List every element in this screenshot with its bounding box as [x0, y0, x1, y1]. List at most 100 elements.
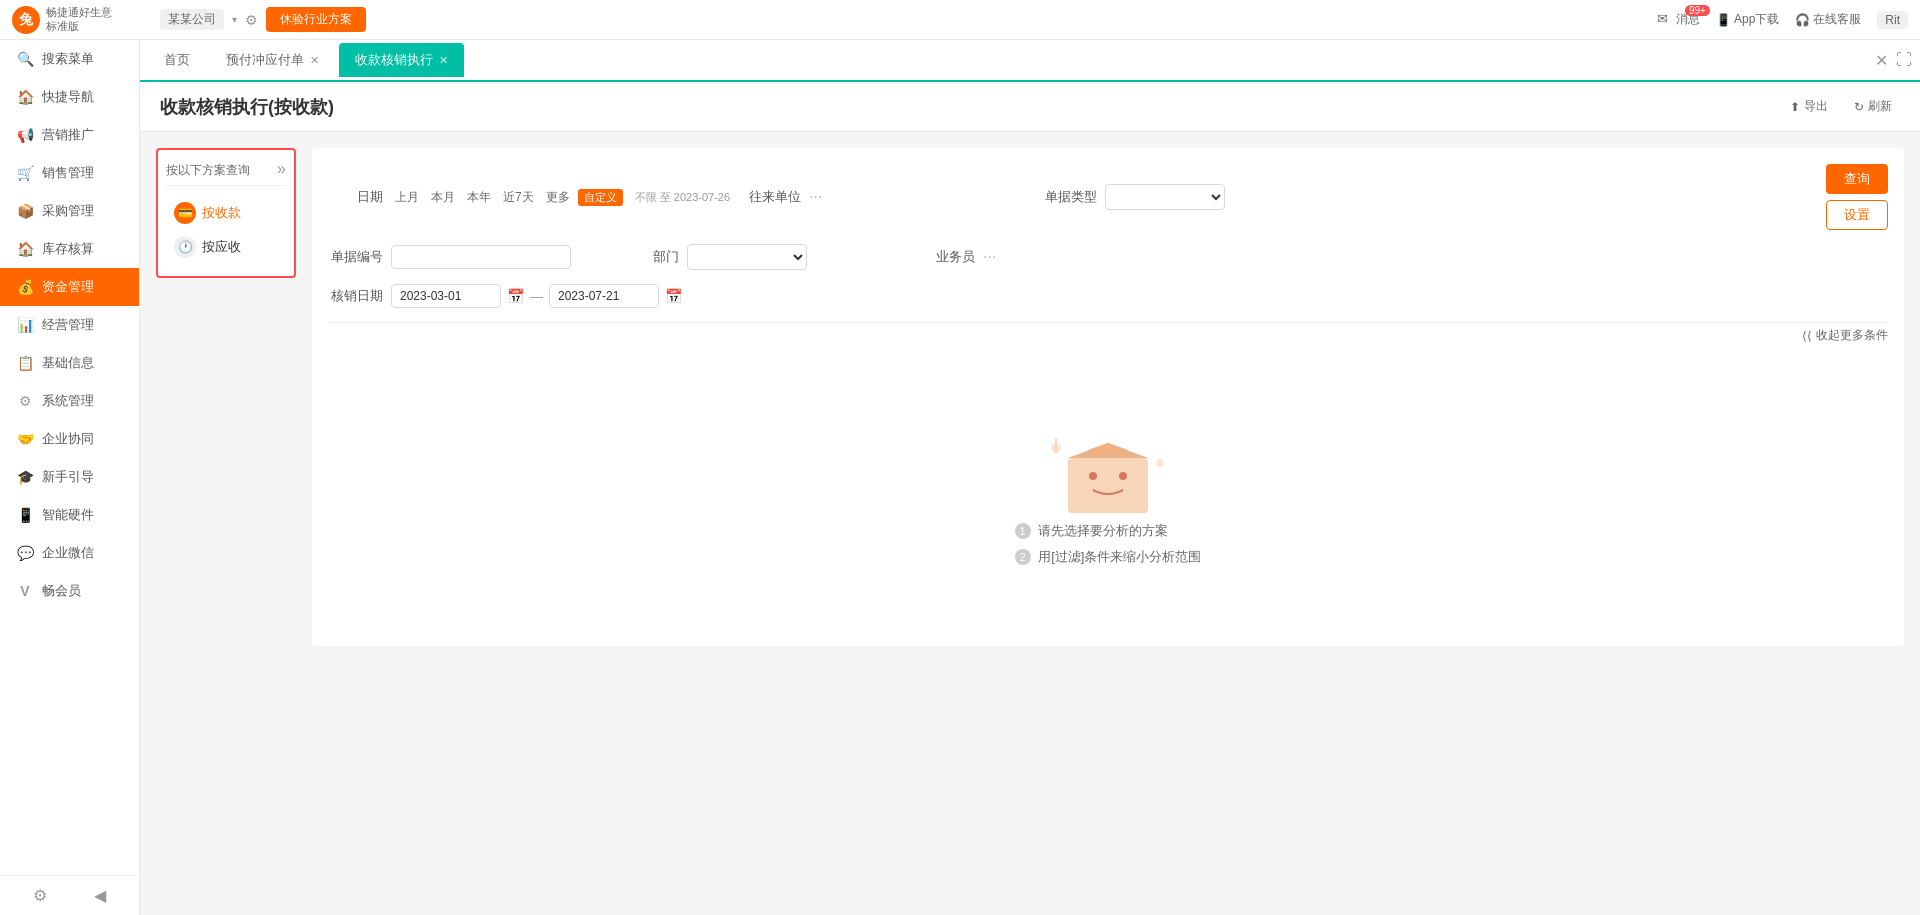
hardware-icon: 📱 [16, 507, 34, 523]
query-area: 日期 上月 本月 本年 近7天 更多 自定义 不 [312, 148, 1904, 646]
writeoff-date-end-input[interactable] [549, 284, 659, 308]
date-shortcuts: 上月 本月 本年 近7天 更多 自定义 [391, 187, 623, 208]
header-middle: 某某公司 ▾ ⚙ 休验行业方案 [160, 7, 1649, 32]
sidebar-item-sales[interactable]: 🛒 销售管理 [0, 154, 139, 192]
tab-prepay[interactable]: 预付冲应付单 ✕ [210, 43, 335, 77]
tab-receipt-writeoff[interactable]: 收款核销执行 ✕ [339, 43, 464, 77]
date-range-display: 不限 至 2023-07-26 [635, 190, 730, 205]
empty-tips: 1 请先选择要分析的方案 2 用[过滤]条件来缩小分析范围 [1015, 518, 1202, 570]
svg-rect-0 [1068, 458, 1148, 513]
industry-button[interactable]: 休验行业方案 [266, 7, 366, 32]
purchase-icon: 📦 [16, 203, 34, 219]
date-custom-badge[interactable]: 自定义 [578, 189, 623, 206]
sales-person-field: 业务员 ··· [920, 248, 1200, 266]
online-service-link[interactable]: 🎧 在线客服 [1795, 11, 1861, 28]
sidebar-item-quick-nav[interactable]: 🏠 快捷导航 [0, 78, 139, 116]
query-row-1: 日期 上月 本月 本年 近7天 更多 自定义 不 [328, 164, 1888, 230]
logo-icon: 兔 [12, 6, 40, 34]
export-icon: ⬆ [1790, 100, 1800, 114]
inventory-icon: 🏠 [16, 241, 34, 257]
date-field: 日期 上月 本月 本年 近7天 更多 自定义 不 [328, 187, 730, 208]
query-row-2: 单据编号 部门 业务员 ··· [328, 244, 1888, 270]
department-field: 部门 [624, 244, 904, 270]
date-last-month[interactable]: 上月 [391, 187, 423, 208]
receivable-icon: 🕐 [174, 236, 196, 258]
page-title: 收款核销执行(按收款) [160, 95, 334, 119]
sidebar-item-enterprise[interactable]: 🤝 企业协同 [0, 420, 139, 458]
tab-expand-icon[interactable]: ⛶ [1896, 51, 1912, 69]
sidebar-item-system[interactable]: ⚙ 系统管理 [0, 382, 139, 420]
settings-icon[interactable]: ⚙ [245, 12, 258, 28]
sidebar-item-operation[interactable]: 📊 经营管理 [0, 306, 139, 344]
filter-panel: 按以下方案查询 » 💳 按收款 🕐 按应收 [156, 148, 296, 278]
settings-button[interactable]: 设置 [1826, 200, 1888, 230]
system-icon: ⚙ [16, 393, 34, 409]
date-more[interactable]: 更多 [542, 187, 574, 208]
filter-option-receipt[interactable]: 💳 按收款 [166, 196, 286, 230]
writeoff-date-end-cal[interactable]: 📅 [665, 288, 682, 304]
counterparty-label: 往来单位 [746, 188, 801, 206]
sidebar-item-basic-info[interactable]: 📋 基础信息 [0, 344, 139, 382]
app-download-link[interactable]: 📱 App下载 [1716, 11, 1779, 28]
date-this-month[interactable]: 本月 [427, 187, 459, 208]
date-7days[interactable]: 近7天 [499, 187, 538, 208]
user-name[interactable]: Rit [1877, 11, 1908, 29]
tab-home[interactable]: 首页 [148, 43, 206, 77]
sidebar-item-finance[interactable]: 💰 资金管理 [0, 268, 139, 306]
query-button[interactable]: 查询 [1826, 164, 1888, 194]
message-icon[interactable]: ✉ 99+ 消息 [1657, 11, 1700, 28]
main-content: 首页 预付冲应付单 ✕ 收款核销执行 ✕ ✕ ⛶ 收款核销执行(按收款) [140, 40, 1920, 915]
sales-person-input[interactable]: ··· [983, 248, 996, 266]
refresh-button[interactable]: ↻ 刷新 [1846, 94, 1900, 119]
marketing-icon: 📢 [16, 127, 34, 143]
writeoff-date-start-cal[interactable]: 📅 [507, 288, 524, 304]
sidebar-item-guide[interactable]: 🎓 新手引导 [0, 458, 139, 496]
sidebar-collapse-icon[interactable]: ◀ [94, 886, 106, 905]
dropdown-icon[interactable]: ▾ [232, 14, 237, 25]
counterparty-input[interactable]: ··· [809, 188, 822, 206]
sidebar-item-search-menu[interactable]: 🔍 搜索菜单 [0, 40, 139, 78]
top-header: 兔 畅捷通好生意 标准版 某某公司 ▾ ⚙ 休验行业方案 ✉ 99+ 消息 📱 … [0, 0, 1920, 40]
tab-receipt-writeoff-close[interactable]: ✕ [439, 54, 448, 67]
sidebar-item-purchase[interactable]: 📦 采购管理 [0, 192, 139, 230]
writeoff-date-start-input[interactable] [391, 284, 501, 308]
doc-number-field: 单据编号 [328, 245, 608, 269]
message-badge: 99+ [1685, 5, 1710, 16]
content-area: 按以下方案查询 » 💳 按收款 🕐 按应收 [140, 132, 1920, 662]
doc-number-label: 单据编号 [328, 248, 383, 266]
collapse-more-button[interactable]: ⟨⟨ 收起更多条件 [328, 322, 1888, 348]
department-select[interactable] [687, 244, 807, 270]
export-button[interactable]: ⬆ 导出 [1782, 94, 1836, 119]
sidebar-item-hardware[interactable]: 📱 智能硬件 [0, 496, 139, 534]
sidebar-item-marketing[interactable]: 📢 营销推广 [0, 116, 139, 154]
sales-person-label: 业务员 [920, 248, 975, 266]
sidebar: 🔍 搜索菜单 🏠 快捷导航 📢 营销推广 🛒 销售管理 📦 采购管理 🏠 库存核… [0, 40, 140, 915]
tab-bar: 首页 预付冲应付单 ✕ 收款核销执行 ✕ ✕ ⛶ [140, 40, 1920, 82]
company-name[interactable]: 某某公司 [160, 9, 224, 30]
filter-collapse-btn[interactable]: » [277, 160, 286, 178]
doc-type-label: 单据类型 [1042, 188, 1097, 206]
tab-prepay-close[interactable]: ✕ [310, 54, 319, 67]
counterparty-field: 往来单位 ··· [746, 188, 1026, 206]
doc-type-select[interactable] [1105, 184, 1225, 210]
date-this-year[interactable]: 本年 [463, 187, 495, 208]
enterprise-icon: 🤝 [16, 431, 34, 447]
sidebar-item-wechat[interactable]: 💬 企业微信 [0, 534, 139, 572]
sidebar-item-inventory[interactable]: 🏠 库存核算 [0, 230, 139, 268]
doc-type-field: 单据类型 [1042, 184, 1322, 210]
sidebar-item-vip[interactable]: V 畅会员 [0, 572, 139, 610]
logo: 兔 畅捷通好生意 标准版 [12, 6, 152, 34]
vip-icon: V [16, 583, 34, 599]
department-label: 部门 [624, 248, 679, 266]
refresh-icon: ↻ [1854, 100, 1864, 114]
svg-point-1 [1089, 472, 1097, 480]
filter-panel-title: 按以下方案查询 » [166, 162, 286, 186]
filter-option-receivable[interactable]: 🕐 按应收 [166, 230, 286, 264]
page-content: 收款核销执行(按收款) ⬆ 导出 ↻ 刷新 按以下方 [140, 82, 1920, 915]
query-row-3: 核销日期 📅 — 📅 [328, 284, 1888, 308]
doc-number-input[interactable] [391, 245, 571, 269]
tab-close-all-icon[interactable]: ✕ [1875, 51, 1888, 70]
header-right: ✉ 99+ 消息 📱 App下载 🎧 在线客服 Rit [1657, 11, 1908, 29]
sidebar-settings-icon[interactable]: ⚙ [33, 886, 47, 905]
empty-illustration [1038, 408, 1178, 518]
